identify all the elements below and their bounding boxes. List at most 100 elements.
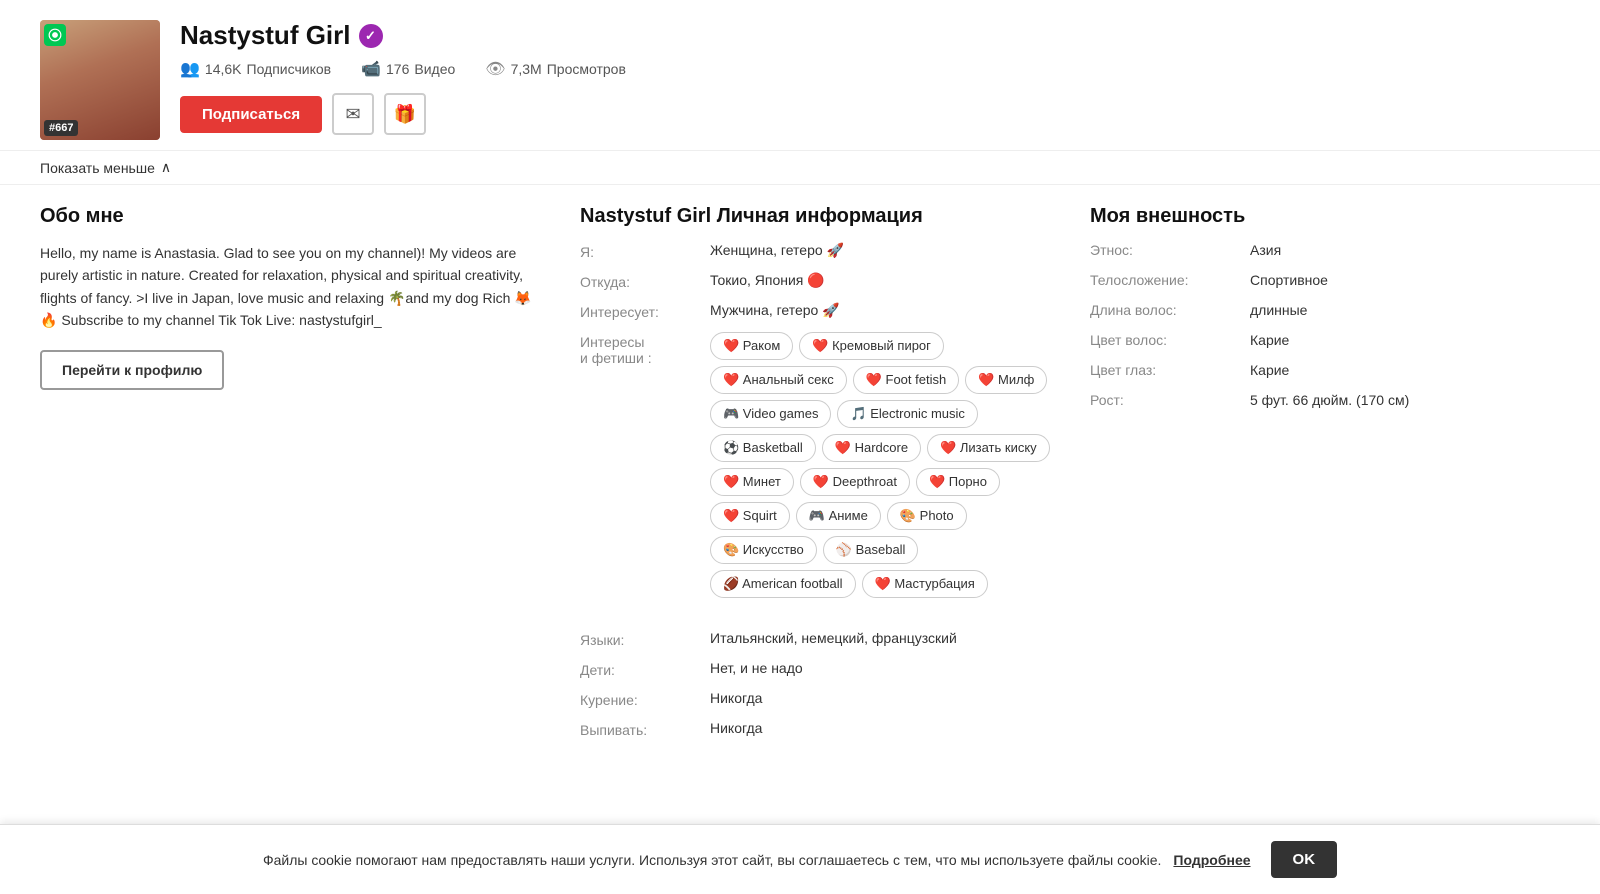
info-row-drinking: Выпивать: Никогда [580, 720, 1050, 738]
tags-container: ❤️ Раком ❤️ Кремовый пирог ❤️ Анальный с… [710, 332, 1050, 598]
label-hair-length: Длина волос: [1090, 302, 1250, 318]
label-height: Рост: [1090, 392, 1250, 408]
views-icon: 👁 [485, 59, 505, 79]
value-ya: Женщина, гетеро 🚀 [710, 242, 1050, 259]
about-column: Обо мне Hello, my name is Anastasia. Gla… [40, 205, 540, 610]
label-children: Дети: [580, 660, 710, 678]
value-languages: Итальянский, немецкий, французский [710, 630, 1050, 646]
appearance-row-ethnos: Этнос: Азия [1090, 242, 1560, 258]
cookie-ok-button[interactable]: OK [1271, 841, 1338, 878]
tag-photo: 🎨 Photo [887, 502, 967, 530]
lower-info: Языки: Итальянский, немецкий, французски… [580, 630, 1050, 750]
videos-icon: 📹 [361, 59, 381, 79]
value-interested: Мужчина, гетеро 🚀 [710, 302, 1050, 319]
appearance-row-hair-length: Длина волос: длинные [1090, 302, 1560, 318]
live-badge [44, 24, 66, 46]
profile-stats: 👥 14,6K Подписчиков 📹 176 Видео 👁 7,3М П… [180, 59, 1560, 79]
label-body: Телосложение: [1090, 272, 1250, 288]
views-count: 7,3М [511, 61, 542, 77]
profile-actions: Подписаться ✉ 🎁 [180, 93, 1560, 135]
appearance-row-hair-color: Цвет волос: Карие [1090, 332, 1560, 348]
about-title: Обо мне [40, 205, 540, 228]
videos-count: 176 [386, 61, 409, 77]
tag-baseball: ⚾ Baseball [823, 536, 919, 564]
cookie-link[interactable]: Подробнее [1173, 852, 1250, 868]
label-smoking: Курение: [580, 690, 710, 708]
info-table: Я: Женщина, гетеро 🚀 Откуда: Токио, Япон… [580, 242, 1050, 598]
info-row-ya: Я: Женщина, гетеро 🚀 [580, 242, 1050, 260]
views-stat: 👁 7,3М Просмотров [485, 59, 626, 79]
tag-lizat-kisku: ❤️ Лизать киску [927, 434, 1050, 462]
subscribers-count: 14,6K [205, 61, 242, 77]
main-content: Обо мне Hello, my name is Anastasia. Gla… [0, 185, 1600, 630]
tag-anime: 🎮 Аниме [796, 502, 881, 530]
label-from: Откуда: [580, 272, 710, 290]
about-text: Hello, my name is Anastasia. Glad to see… [40, 242, 540, 332]
value-eye-color: Карие [1250, 362, 1560, 378]
show-less-label: Показать меньше [40, 160, 155, 176]
value-drinking: Никогда [710, 720, 1050, 736]
profile-name-row: Nastystuf Girl ✓ [180, 20, 1560, 51]
tag-video-games: 🎮 Video games [710, 400, 831, 428]
videos-label: Видео [414, 61, 455, 77]
tag-minet: ❤️ Минет [710, 468, 794, 496]
tag-electronic-music: 🎵 Electronic music [837, 400, 977, 428]
info-row-languages: Языки: Итальянский, немецкий, французски… [580, 630, 1050, 648]
value-from: Токио, Япония 🔴 [710, 272, 1050, 289]
value-smoking: Никогда [710, 690, 1050, 706]
tag-foot-fetish: ❤️ Foot fetish [853, 366, 960, 394]
value-ethnos: Азия [1250, 242, 1560, 258]
info-row-smoking: Курение: Никогда [580, 690, 1050, 708]
profile-info: Nastystuf Girl ✓ 👥 14,6K Подписчиков 📹 1… [180, 20, 1560, 135]
personal-info-column: Nastystuf Girl Личная информация Я: Женщ… [580, 205, 1050, 610]
videos-stat: 📹 176 Видео [361, 59, 455, 79]
profile-header: #667 Nastystuf Girl ✓ 👥 14,6K Подписчико… [0, 0, 1600, 150]
goto-profile-button[interactable]: Перейти к профилю [40, 350, 224, 390]
tag-hardcore: ❤️ Hardcore [822, 434, 921, 462]
verified-icon: ✓ [359, 24, 383, 48]
label-eye-color: Цвет глаз: [1090, 362, 1250, 378]
rank-badge: #667 [44, 120, 78, 136]
info-row-interested: Интересует: Мужчина, гетеро 🚀 [580, 302, 1050, 320]
label-ya: Я: [580, 242, 710, 260]
gift-button[interactable]: 🎁 [384, 93, 426, 135]
value-hair-length: длинные [1250, 302, 1560, 318]
value-height: 5 фут. 66 дюйм. (170 см) [1250, 392, 1560, 408]
tag-masturbatsiya: ❤️ Мастурбация [862, 570, 988, 598]
cookie-text: Файлы cookie помогают нам предоставлять … [263, 852, 1161, 868]
info-row-from: Откуда: Токио, Япония 🔴 [580, 272, 1050, 290]
label-drinking: Выпивать: [580, 720, 710, 738]
lower-section: Языки: Итальянский, немецкий, французски… [0, 630, 1600, 770]
views-label: Просмотров [547, 61, 626, 77]
value-hair-color: Карие [1250, 332, 1560, 348]
tag-squirt: ❤️ Squirt [710, 502, 790, 530]
subscribers-label: Подписчиков [247, 61, 332, 77]
label-hair-color: Цвет волос: [1090, 332, 1250, 348]
appearance-column: Моя внешность Этнос: Азия Телосложение: … [1090, 205, 1560, 610]
label-languages: Языки: [580, 630, 710, 648]
tag-deepthroat: ❤️ Deepthroat [800, 468, 910, 496]
label-interested: Интересует: [580, 302, 710, 320]
subscribe-button[interactable]: Подписаться [180, 96, 322, 133]
tag-rakom: ❤️ Раком [710, 332, 793, 360]
appearance-row-eye-color: Цвет глаз: Карие [1090, 362, 1560, 378]
message-button[interactable]: ✉ [332, 93, 374, 135]
tag-porno: ❤️ Порно [916, 468, 1000, 496]
show-less-bar[interactable]: Показать меньше ∧ [0, 150, 1600, 185]
tag-basketball: ⚽ Basketball [710, 434, 816, 462]
appearance-title: Моя внешность [1090, 205, 1560, 228]
subscribers-icon: 👥 [180, 59, 200, 79]
tag-kremoviy-pirog: ❤️ Кремовый пирог [799, 332, 944, 360]
avatar-wrapper: #667 [40, 20, 160, 140]
personal-info-title: Nastystuf Girl Личная информация [580, 205, 1050, 228]
label-interests: Интересы и фетиши : [580, 332, 710, 366]
cookie-banner: Файлы cookie помогают нам предоставлять … [0, 824, 1600, 894]
label-ethnos: Этнос: [1090, 242, 1250, 258]
info-row-children: Дети: Нет, и не надо [580, 660, 1050, 678]
value-body: Спортивное [1250, 272, 1560, 288]
tag-american-football: 🏈 American football [710, 570, 856, 598]
tag-anal-sex: ❤️ Анальный секс [710, 366, 847, 394]
tag-iskusstvo: 🎨 Искусство [710, 536, 817, 564]
value-children: Нет, и не надо [710, 660, 1050, 676]
appearance-row-body: Телосложение: Спортивное [1090, 272, 1560, 288]
